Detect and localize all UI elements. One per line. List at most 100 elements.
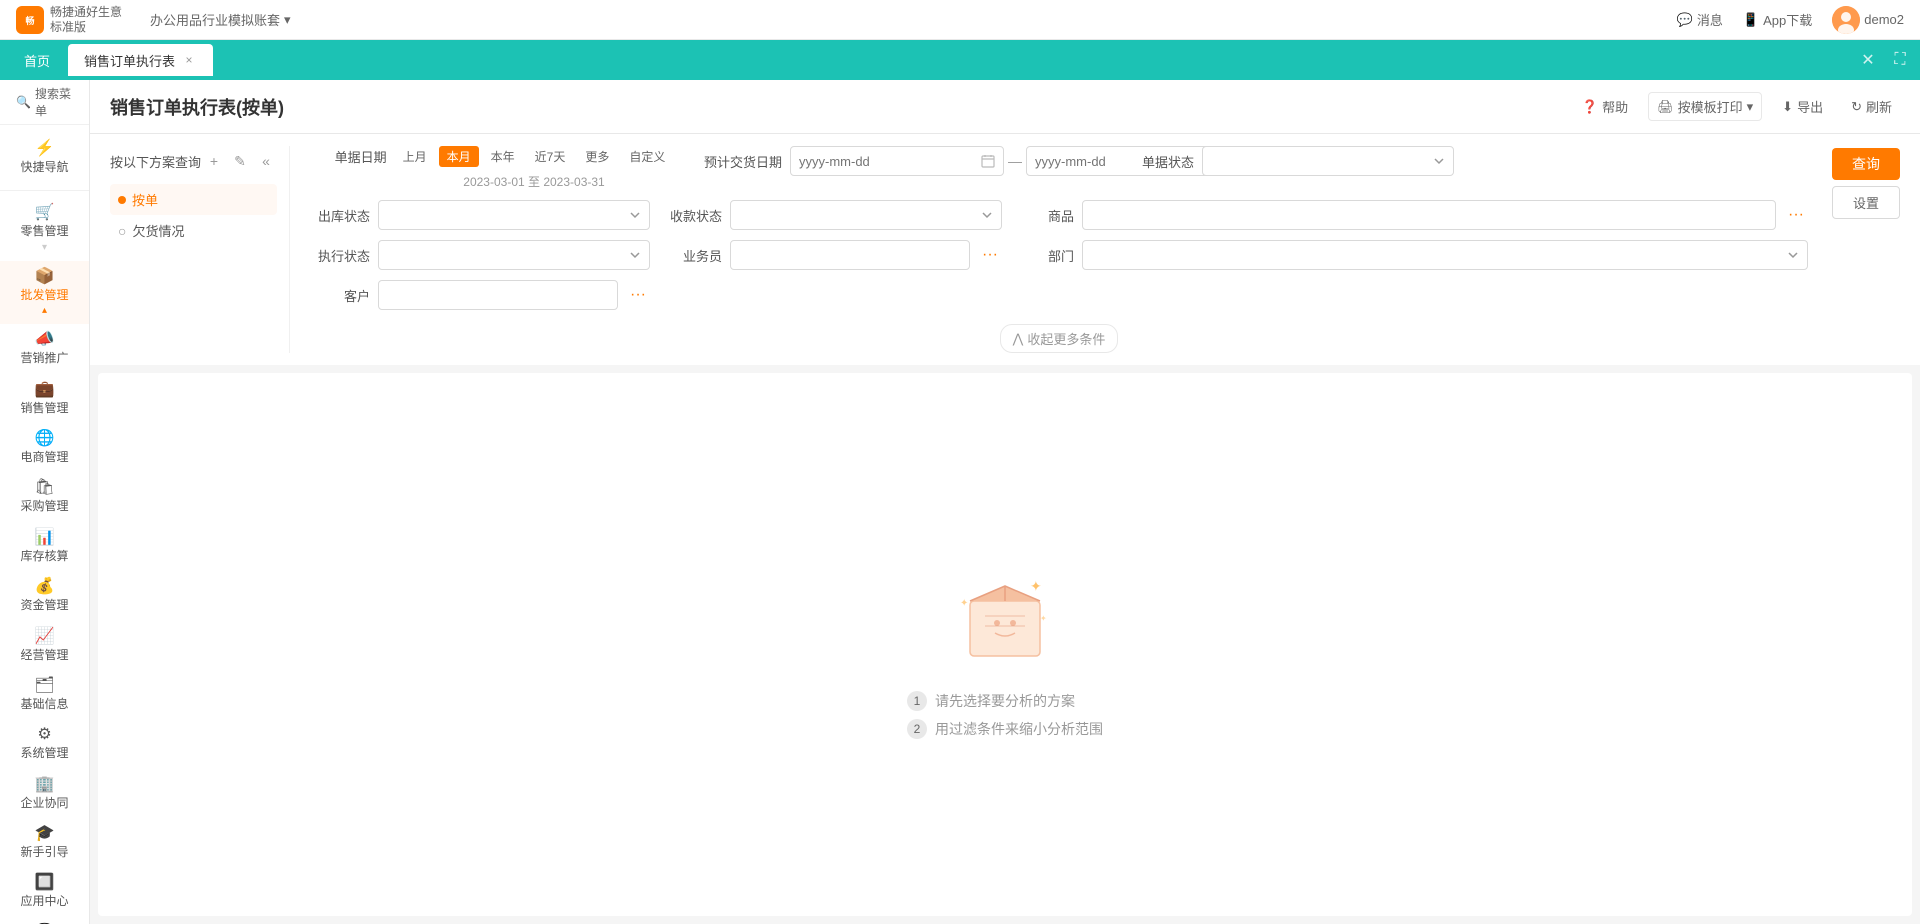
sidebar-item-ecommerce[interactable]: 🌐 电商管理	[0, 423, 89, 472]
sales-icon: 💼	[35, 382, 55, 398]
sidebar-item-purchase[interactable]: 🛍 采购管理	[0, 472, 89, 521]
system-icon: ⚙	[37, 727, 51, 743]
search-menu-btn[interactable]: 🔍 搜索菜单	[8, 88, 81, 116]
wholesale-icon: 📦	[35, 269, 55, 285]
date-shortcuts: 上月 本月 本年 近7天 更多 自定义	[395, 146, 674, 167]
filter-scheme-sidebar: 按以下方案查询 + ✎ «	[110, 146, 290, 353]
sidebar-item-wholesale[interactable]: 📦 批发管理 ▴	[0, 261, 89, 324]
window-maximize-btn[interactable]: ⛶	[1888, 48, 1912, 72]
scheme-item-by-debt[interactable]: ○ 欠货情况	[110, 215, 277, 246]
outstock-select[interactable]	[378, 200, 650, 230]
shortcut-last-7-days[interactable]: 近7天	[527, 146, 574, 167]
print-btn[interactable]: 🖨 按模板打印 ▾	[1648, 92, 1762, 121]
help-icon: ❓	[1582, 99, 1598, 115]
product-input[interactable]	[1082, 200, 1776, 230]
query-btn[interactable]: 查询	[1832, 148, 1900, 180]
sidebar-item-appstore[interactable]: 🔲 应用中心	[0, 867, 89, 916]
sidebar-item-inventory[interactable]: 📊 库存核算	[0, 522, 89, 571]
refresh-btn[interactable]: ↻ 刷新	[1843, 93, 1900, 120]
sidebar-item-system[interactable]: ⚙ 系统管理	[0, 719, 89, 768]
shortcut-last-month[interactable]: 上月	[395, 146, 435, 167]
filter-field-dept: 部门	[1014, 240, 1808, 270]
logo-area: 畅 畅捷通好生意 标准版	[16, 5, 122, 34]
logo-icon: 畅	[16, 6, 44, 34]
tab-home[interactable]: 首页	[8, 44, 66, 76]
page-header: 销售订单执行表(按单) ❓ 帮助 🖨 按模板打印 ▾ ⬇ 导出	[90, 80, 1920, 134]
top-header: 畅 畅捷通好生意 标准版 办公用品行业模拟账套 ▾ 💬 消息 📱 App下载 d…	[0, 0, 1920, 40]
sidebar-item-wechat[interactable]: 💬 企业微信	[0, 917, 89, 924]
date-range-display: 2023-03-01 至 2023-03-31	[463, 173, 604, 190]
help-btn[interactable]: ❓ 帮助	[1574, 93, 1636, 120]
tab-bar-right: ✕ ⛶	[1856, 48, 1912, 72]
quicknav-icon: ⚡	[35, 141, 55, 157]
sidebar-item-quicknav[interactable]: ⚡ 快捷导航	[0, 133, 89, 182]
tab-close-icon[interactable]: ×	[181, 52, 197, 68]
scheme-item-by-order[interactable]: 按单	[110, 184, 277, 215]
filter-action-buttons: 查询 设置	[1832, 146, 1900, 353]
status-select[interactable]	[1202, 146, 1454, 176]
download-icon: 📱	[1743, 12, 1759, 28]
shortcut-more[interactable]: 更多	[577, 146, 617, 167]
scheme-active-dot	[118, 196, 126, 204]
nav-title[interactable]: 办公用品行业模拟账套 ▾	[150, 10, 291, 29]
page-header-top: 销售订单执行表(按单) ❓ 帮助 🖨 按模板打印 ▾ ⬇ 导出	[110, 92, 1900, 121]
filter-right-section: 单据日期 上月 本月 本年 近7天 更多 自定义	[290, 146, 1900, 353]
dept-select[interactable]	[1082, 240, 1808, 270]
payment-select[interactable]	[730, 200, 1002, 230]
empty-illustration: ✦ ✦ ✦	[945, 551, 1065, 671]
shortcut-custom[interactable]: 自定义	[621, 146, 673, 167]
sidebar-item-basic[interactable]: 🗂 基础信息	[0, 670, 89, 719]
customer-input[interactable]	[378, 280, 618, 310]
sidebar-item-retail[interactable]: 🛒 零售管理 ▾	[0, 197, 89, 260]
app-download-btn[interactable]: 📱 App下载	[1743, 10, 1812, 29]
collapse-btn[interactable]: ⋀ 收起更多条件	[1000, 324, 1119, 353]
sidebar-item-marketing[interactable]: 📣 营销推广	[0, 324, 89, 373]
filter-field-product: 商品 ···	[1014, 200, 1808, 230]
sidebar-item-sales[interactable]: 💼 销售管理	[0, 374, 89, 423]
sidebar-item-finance[interactable]: 💰 资金管理	[0, 571, 89, 620]
marketing-icon: 📣	[35, 332, 55, 348]
finance-icon: 💰	[35, 579, 55, 595]
expected-date-from[interactable]	[790, 146, 1004, 176]
step-1-num: 1	[907, 691, 927, 711]
window-close-btn[interactable]: ✕	[1856, 48, 1880, 72]
exec-field-label: 执行状态	[310, 246, 370, 265]
retail-expand-icon: ▾	[42, 242, 47, 253]
filter-field-expected-date: 预计交货日期 —	[702, 146, 1122, 176]
salesperson-input[interactable]	[730, 240, 970, 270]
empty-step-2: 2 用过滤条件来缩小分析范围	[907, 719, 1103, 739]
add-scheme-btn[interactable]: +	[203, 150, 225, 172]
sidebar-item-enterprise[interactable]: 🏢 企业协同	[0, 769, 89, 818]
page-header-actions: ❓ 帮助 🖨 按模板打印 ▾ ⬇ 导出 ↻ 刷新	[1574, 92, 1900, 121]
filter-row-1: 单据日期 上月 本月 本年 近7天 更多 自定义	[310, 146, 1808, 190]
sidebar-item-operation[interactable]: 📈 经营管理	[0, 621, 89, 670]
sidebar: 🔍 搜索菜单 ⚡ 快捷导航 🛒 零售管理 ▾ 📦 批发管理 ▴	[0, 80, 90, 924]
salesperson-picker-btn[interactable]: ···	[978, 246, 1002, 264]
product-picker-btn[interactable]: ···	[1784, 206, 1808, 224]
sidebar-quicknav-section: ⚡ 快捷导航	[0, 125, 89, 191]
wholesale-expand-icon: ▴	[42, 305, 47, 316]
export-icon: ⬇	[1782, 99, 1793, 115]
export-btn[interactable]: ⬇ 导出	[1774, 93, 1831, 120]
filter-sidebar-icons: + ✎ «	[203, 150, 277, 172]
collapse-scheme-btn[interactable]: «	[255, 150, 277, 172]
avatar	[1832, 6, 1860, 34]
scheme-inactive-icon: ○	[118, 223, 126, 239]
filter-layout: 按以下方案查询 + ✎ «	[110, 146, 1900, 353]
enterprise-icon: 🏢	[35, 777, 55, 793]
filter-field-exec: 执行状态	[310, 240, 650, 270]
svg-text:畅: 畅	[25, 15, 34, 26]
user-menu[interactable]: demo2	[1832, 6, 1904, 34]
edit-scheme-btn[interactable]: ✎	[229, 150, 251, 172]
appstore-icon: 🔲	[35, 875, 55, 891]
sidebar-item-newbie[interactable]: 🎓 新手引导	[0, 818, 89, 867]
filter-panel: 按以下方案查询 + ✎ «	[90, 134, 1920, 365]
customer-picker-btn[interactable]: ···	[626, 286, 650, 304]
shortcut-this-year[interactable]: 本年	[483, 146, 523, 167]
message-btn[interactable]: 💬 消息	[1677, 10, 1723, 29]
settings-btn[interactable]: 设置	[1832, 186, 1900, 219]
tab-active[interactable]: 销售订单执行表 ×	[68, 44, 213, 76]
exec-select[interactable]	[378, 240, 650, 270]
basic-icon: 🗂	[34, 678, 54, 694]
shortcut-this-month[interactable]: 本月	[439, 146, 479, 167]
